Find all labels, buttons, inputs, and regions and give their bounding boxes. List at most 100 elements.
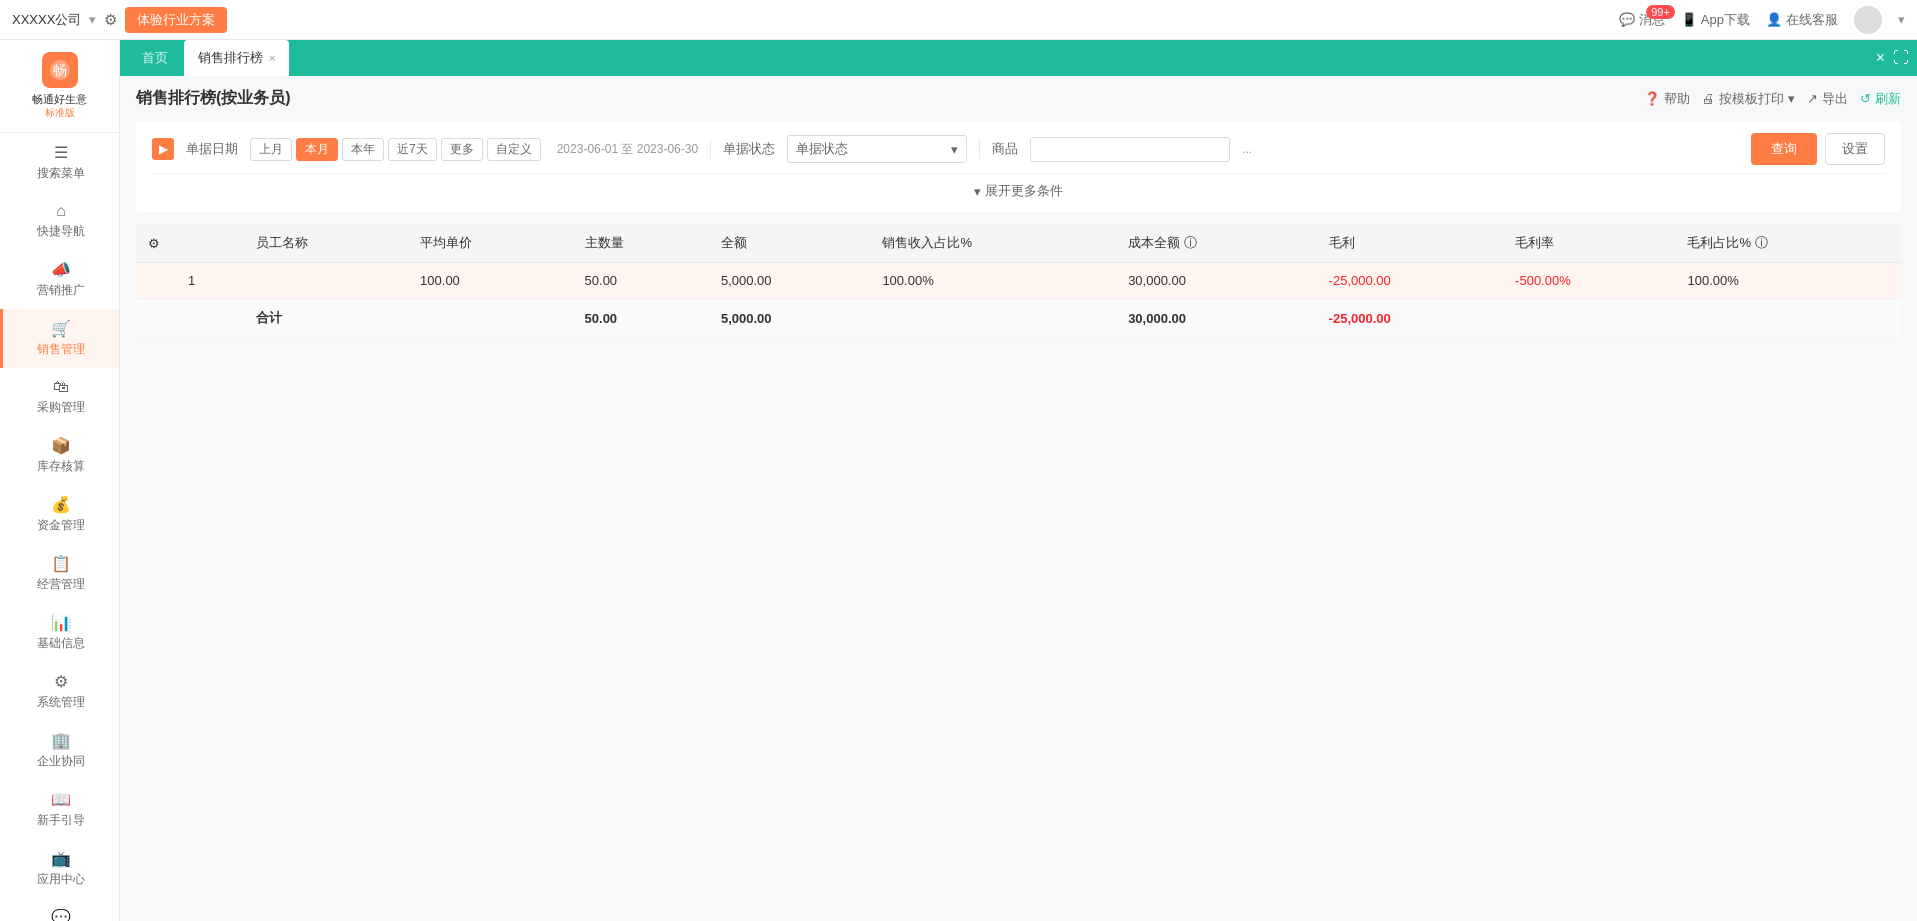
help-label: 帮助 [1664,90,1690,108]
filter-divider-1 [710,139,711,159]
status-select[interactable]: 单据状态 ▾ [787,135,967,163]
date-filter-group: 上月 本月 本年 近7天 更多 自定义 [250,138,541,161]
experience-button[interactable]: 体验行业方案 [125,7,227,33]
settings-button[interactable]: 设置 [1825,133,1885,165]
sidebar-item-enterprise-label: 企业协同 [37,753,85,770]
topbar-settings-icon[interactable]: ⚙ [104,11,117,29]
status-select-arrow: ▾ [951,142,958,157]
sidebar-item-sales-label: 销售管理 [37,341,85,358]
expand-conditions-btn[interactable]: ▾ 展开更多条件 [974,182,1063,200]
date-btn-this-month[interactable]: 本月 [296,138,338,161]
status-select-value: 单据状态 [796,140,848,158]
date-btn-custom[interactable]: 自定义 [487,138,541,161]
date-range-label: 2023-06-01 至 2023-06-30 [557,141,698,158]
print-label: 按模板打印 [1719,90,1784,108]
col-gross-pct: 毛利占比% ⓘ [1675,224,1901,263]
sidebar-item-guide[interactable]: 📖 新手引导 [0,780,119,839]
page-title: 销售排行榜(按业务员) [136,88,291,109]
export-label: 导出 [1822,90,1848,108]
print-icon: 🖨 [1702,91,1715,106]
sidebar-item-enterprise[interactable]: 🏢 企业协同 [0,721,119,780]
goods-input[interactable] [1030,137,1230,162]
sidebar-item-inventory-label: 库存核算 [37,458,85,475]
sales-icon: 🛒 [51,319,71,338]
tab-sales-rank[interactable]: 销售排行榜 × [184,40,289,76]
tab-sales-rank-label: 销售排行榜 [198,49,263,67]
cell-avg-price: 100.00 [408,263,572,299]
logo-icon: 畅 [42,52,78,88]
more-filter-btn[interactable]: ... [1242,142,1252,156]
top-bar-right: 💬 消息 99+ 📱 App下载 👤 在线客服 ▾ [1619,6,1905,34]
apps-icon: 📺 [51,849,71,868]
svg-text:畅: 畅 [53,62,67,78]
col-settings[interactable]: ⚙ [136,224,176,263]
filter-divider-2 [979,139,980,159]
inventory-icon: 📦 [51,436,71,455]
company-select-icon[interactable]: ▾ [89,12,96,27]
cell-gross-pct: 100.00% [1675,263,1901,299]
sidebar-item-apps[interactable]: 📺 应用中心 [0,839,119,898]
sidebar-item-purchase[interactable]: 🛍 采购管理 [0,368,119,426]
filter-toggle-btn[interactable]: ▶ [152,138,174,160]
cell-gross-rate: -500.00% [1503,263,1675,299]
sidebar-item-finance[interactable]: 💰 资金管理 [0,485,119,544]
management-icon: 📋 [51,554,71,573]
expand-label: 展开更多条件 [985,182,1063,200]
date-btn-this-year[interactable]: 本年 [342,138,384,161]
sidebar-item-inventory[interactable]: 📦 库存核算 [0,426,119,485]
tab-bar: 首页 销售排行榜 × × ⛶ [120,40,1917,76]
table-settings-icon[interactable]: ⚙ [148,236,160,251]
col-name: 员工名称 [244,224,408,263]
message-badge: 99+ [1646,5,1675,19]
print-dropdown-icon[interactable]: ▾ [1788,91,1795,106]
footer-empty-2 [176,299,244,338]
footer-cost: 30,000.00 [1116,299,1316,338]
avatar[interactable] [1854,6,1882,34]
export-button[interactable]: ↗ 导出 [1807,90,1848,108]
footer-qty: 50.00 [573,299,709,338]
sidebar-item-sales[interactable]: 🛒 销售管理 [0,309,119,368]
help-button[interactable]: ❓ 帮助 [1644,90,1690,108]
cell-qty: 50.00 [573,263,709,299]
sidebar-item-marketing[interactable]: 📣 营销推广 [0,250,119,309]
system-icon: ⚙ [54,672,68,691]
window-expand-icon[interactable]: ⛶ [1893,49,1909,67]
online-service-button[interactable]: 👤 在线客服 [1766,11,1838,29]
window-close-icon[interactable]: × [1876,49,1885,67]
tab-home-label: 首页 [142,49,168,67]
tab-close-icon[interactable]: × [269,52,275,64]
expand-down-icon: ▾ [974,184,981,199]
query-button[interactable]: 查询 [1751,133,1817,165]
sidebar-item-system[interactable]: ⚙ 系统管理 [0,662,119,721]
main-layout: 畅 畅通好生意 标准版 ☰ 搜索菜单 ⌂ 快捷导航 📣 营销推广 🛒 销售管理 … [0,40,1917,921]
cell-sales-pct: 100.00% [870,263,1116,299]
table-header: ⚙ 员工名称 平均单价 主数量 全额 销售收入占比% 成本全额 ⓘ 毛利 [136,224,1901,263]
print-button[interactable]: 🖨 按模板打印 ▾ [1702,90,1795,108]
finance-icon: 💰 [51,495,71,514]
sidebar-item-guide-label: 新手引导 [37,812,85,829]
sidebar-item-apps-label: 应用中心 [37,871,85,888]
date-btn-last-month[interactable]: 上月 [250,138,292,161]
sidebar-item-search-label: 搜索菜单 [37,165,85,182]
sidebar-item-finance-label: 资金管理 [37,517,85,534]
date-btn-7days[interactable]: 近7天 [388,138,437,161]
sidebar-item-search[interactable]: ☰ 搜索菜单 [0,133,119,192]
sidebar-item-wechat[interactable]: 💬 企业微信 [0,898,119,921]
cell-cost: 30,000.00 [1116,263,1316,299]
tab-home[interactable]: 首页 [128,40,182,76]
date-btn-more[interactable]: 更多 [441,138,483,161]
page-content: 销售排行榜(按业务员) ❓ 帮助 🖨 按模板打印 ▾ ↗ 导出 [120,76,1917,921]
top-bar-left: XXXXX公司 ▾ ⚙ 体验行业方案 [12,7,227,33]
status-filter-label: 单据状态 [723,140,775,158]
sidebar-item-nav[interactable]: ⌂ 快捷导航 [0,192,119,250]
sidebar-item-basic-label: 基础信息 [37,635,85,652]
purchase-icon: 🛍 [53,378,69,396]
username-label: ▾ [1898,12,1905,27]
refresh-button[interactable]: ↺ 刷新 [1860,90,1901,108]
sidebar-item-management[interactable]: 📋 经营管理 [0,544,119,603]
logo-title: 畅通好生意 [8,92,111,106]
sidebar-item-basic[interactable]: 📊 基础信息 [0,603,119,662]
message-button[interactable]: 💬 消息 99+ [1619,11,1665,29]
cell-rank: 1 [176,263,244,299]
app-download-button[interactable]: 📱 App下载 [1681,11,1750,29]
